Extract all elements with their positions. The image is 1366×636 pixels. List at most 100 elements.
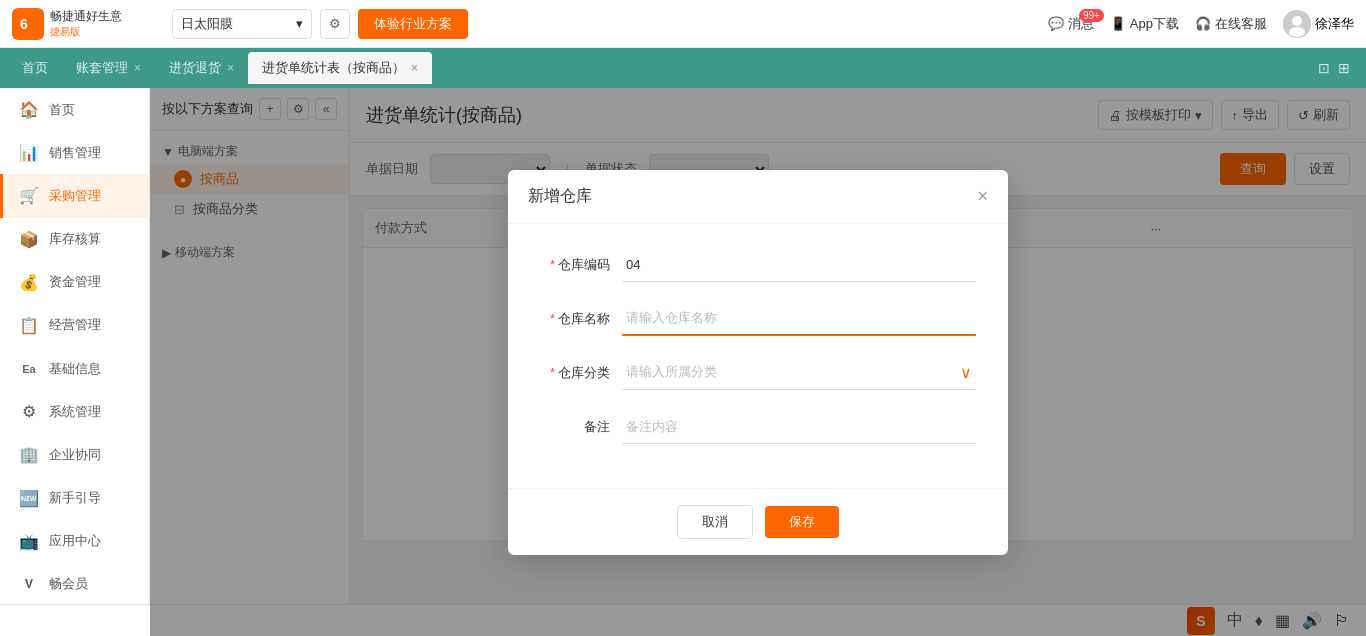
sidebar-item-inventory[interactable]: 📦 库存核算 xyxy=(0,218,149,261)
enterprise-icon: 🏢 xyxy=(19,445,39,465)
nav-right: 💬 消息 99+ 📱 App下载 🎧 在线客服 徐泽华 xyxy=(1048,10,1354,38)
inventory-icon: 📦 xyxy=(19,229,39,249)
tab-purchase-stats-label: 进货单统计表（按商品） xyxy=(262,59,405,77)
app-logo-icon: 6 xyxy=(12,8,44,40)
warehouse-code-label: 仓库编码 xyxy=(540,256,610,274)
tab-bar: 首页 账套管理 × 进货退货 × 进货单统计表（按商品） × ⊡ ⊞ xyxy=(0,48,1366,88)
sidebar-item-member[interactable]: V 畅会员 xyxy=(0,563,149,606)
warehouse-name-input[interactable] xyxy=(622,302,976,336)
app-name: 畅捷通好生意 xyxy=(50,8,122,25)
sidebar-item-home[interactable]: 🏠 首页 xyxy=(0,88,149,131)
logo-area: 6 畅捷通好生意 捷易版 xyxy=(12,8,162,40)
sales-icon: 📊 xyxy=(19,143,39,163)
tab-account-close[interactable]: × xyxy=(134,61,141,75)
sidebar-system-label: 系统管理 xyxy=(49,403,101,421)
message-nav-item[interactable]: 💬 消息 99+ xyxy=(1048,15,1094,33)
new-warehouse-modal: 新增仓库 × 仓库编码 仓库名称 仓库分类 xyxy=(508,170,1008,555)
home-icon: 🏠 xyxy=(19,100,39,120)
sidebar-item-system[interactable]: ⚙ 系统管理 xyxy=(0,390,149,433)
sidebar-item-app-center[interactable]: 📺 应用中心 xyxy=(0,520,149,563)
warehouse-code-input[interactable] xyxy=(622,248,976,282)
operations-icon: 📋 xyxy=(19,315,39,335)
sidebar-enterprise-label: 企业协同 xyxy=(49,446,101,464)
svg-point-2 xyxy=(1292,16,1302,26)
modal-header: 新增仓库 × xyxy=(508,170,1008,224)
online-service-nav-item[interactable]: 🎧 在线客服 xyxy=(1195,15,1267,33)
remark-label: 备注 xyxy=(540,418,610,436)
tab-purchase-return-label: 进货退货 xyxy=(169,59,221,77)
sidebar-item-basic[interactable]: Ea 基础信息 xyxy=(0,347,149,390)
sidebar-item-finance[interactable]: 💰 资金管理 xyxy=(0,261,149,304)
mobile-icon: 📱 xyxy=(1110,16,1126,31)
cancel-button[interactable]: 取消 xyxy=(677,505,753,539)
modal-overlay[interactable]: 新增仓库 × 仓库编码 仓库名称 仓库分类 xyxy=(150,88,1366,636)
experience-button[interactable]: 体验行业方案 xyxy=(358,9,468,39)
basic-icon: Ea xyxy=(19,359,39,379)
message-badge: 99+ xyxy=(1079,9,1104,22)
sidebar-item-operations[interactable]: 📋 经营管理 xyxy=(0,304,149,347)
user-profile[interactable]: 徐泽华 xyxy=(1283,10,1354,38)
online-service-label: 在线客服 xyxy=(1215,15,1267,33)
warehouse-name-label: 仓库名称 xyxy=(540,310,610,328)
remark-input[interactable] xyxy=(622,410,976,444)
tab-right-controls: ⊡ ⊞ xyxy=(1318,60,1358,76)
sidebar-app-center-label: 应用中心 xyxy=(49,532,101,550)
store-selector-arrow: ▾ xyxy=(296,16,303,31)
sidebar-member-label: 畅会员 xyxy=(49,575,88,593)
main-layout: 🏠 首页 📊 销售管理 🛒 采购管理 📦 库存核算 💰 资金管理 📋 经营管理 … xyxy=(0,88,1366,636)
form-row-name: 仓库名称 xyxy=(540,302,976,336)
warehouse-category-arrow: ∨ xyxy=(960,363,972,382)
tab-purchase-return[interactable]: 进货退货 × xyxy=(155,52,248,84)
sidebar-inventory-label: 库存核算 xyxy=(49,230,101,248)
form-row-remark: 备注 xyxy=(540,410,976,444)
sidebar-item-sales[interactable]: 📊 销售管理 xyxy=(0,131,149,174)
logo-text-area: 畅捷通好生意 捷易版 xyxy=(50,8,122,39)
message-icon: 💬 xyxy=(1048,16,1064,31)
tab-purchase-stats-close[interactable]: × xyxy=(411,61,418,75)
top-nav: 6 畅捷通好生意 捷易版 日太阳膜 ▾ ⚙ 体验行业方案 💬 消息 99+ 📱 … xyxy=(0,0,1366,48)
tab-purchase-return-close[interactable]: × xyxy=(227,61,234,75)
app-download-nav-item[interactable]: 📱 App下载 xyxy=(1110,15,1179,33)
app-sub-name: 捷易版 xyxy=(50,25,122,39)
tab-home-label: 首页 xyxy=(22,59,48,77)
app-download-label: App下载 xyxy=(1130,15,1179,33)
content-area: 按以下方案查询 + ⚙ « ▼ 电脑端方案 ● 按商品 ⊟ 按商 xyxy=(150,88,1366,636)
warehouse-category-select[interactable]: 请输入所属分类 ∨ xyxy=(622,356,976,390)
guide-icon: 🆕 xyxy=(19,488,39,508)
search-area: 日太阳膜 ▾ ⚙ 体验行业方案 xyxy=(172,9,468,39)
sidebar-basic-label: 基础信息 xyxy=(49,360,101,378)
modal-title: 新增仓库 xyxy=(528,186,592,207)
warehouse-category-placeholder: 请输入所属分类 xyxy=(626,363,717,381)
tab-restore-btn[interactable]: ⊡ xyxy=(1318,60,1330,76)
sidebar-item-enterprise[interactable]: 🏢 企业协同 xyxy=(0,433,149,476)
sidebar-item-guide[interactable]: 🆕 新手引导 xyxy=(0,477,149,520)
app-center-icon: 📺 xyxy=(19,531,39,551)
sidebar-finance-label: 资金管理 xyxy=(49,273,101,291)
form-row-code: 仓库编码 xyxy=(540,248,976,282)
store-name: 日太阳膜 xyxy=(181,15,233,33)
warehouse-category-label: 仓库分类 xyxy=(540,364,610,382)
modal-footer: 取消 保存 xyxy=(508,488,1008,555)
tab-account[interactable]: 账套管理 × xyxy=(62,52,155,84)
sidebar-purchase-label: 采购管理 xyxy=(49,187,101,205)
sidebar-home-label: 首页 xyxy=(49,101,75,119)
modal-close-btn[interactable]: × xyxy=(977,187,988,205)
save-button[interactable]: 保存 xyxy=(765,506,839,538)
svg-point-3 xyxy=(1289,27,1305,37)
sidebar-sales-label: 销售管理 xyxy=(49,144,101,162)
form-row-category: 仓库分类 请输入所属分类 ∨ xyxy=(540,356,976,390)
tab-expand-btn[interactable]: ⊞ xyxy=(1338,60,1350,76)
svg-text:6: 6 xyxy=(20,16,28,32)
sidebar-operations-label: 经营管理 xyxy=(49,316,101,334)
store-selector[interactable]: 日太阳膜 ▾ xyxy=(172,9,312,39)
sidebar-guide-label: 新手引导 xyxy=(49,489,101,507)
system-icon: ⚙ xyxy=(19,402,39,422)
tab-account-label: 账套管理 xyxy=(76,59,128,77)
sidebar-item-purchase[interactable]: 🛒 采购管理 xyxy=(0,174,149,217)
gear-button[interactable]: ⚙ xyxy=(320,9,350,39)
member-icon: V xyxy=(19,574,39,594)
modal-body: 仓库编码 仓库名称 仓库分类 请输入所属分类 ∨ xyxy=(508,224,1008,488)
tab-purchase-stats[interactable]: 进货单统计表（按商品） × xyxy=(248,52,432,84)
tab-home[interactable]: 首页 xyxy=(8,52,62,84)
purchase-icon: 🛒 xyxy=(19,186,39,206)
